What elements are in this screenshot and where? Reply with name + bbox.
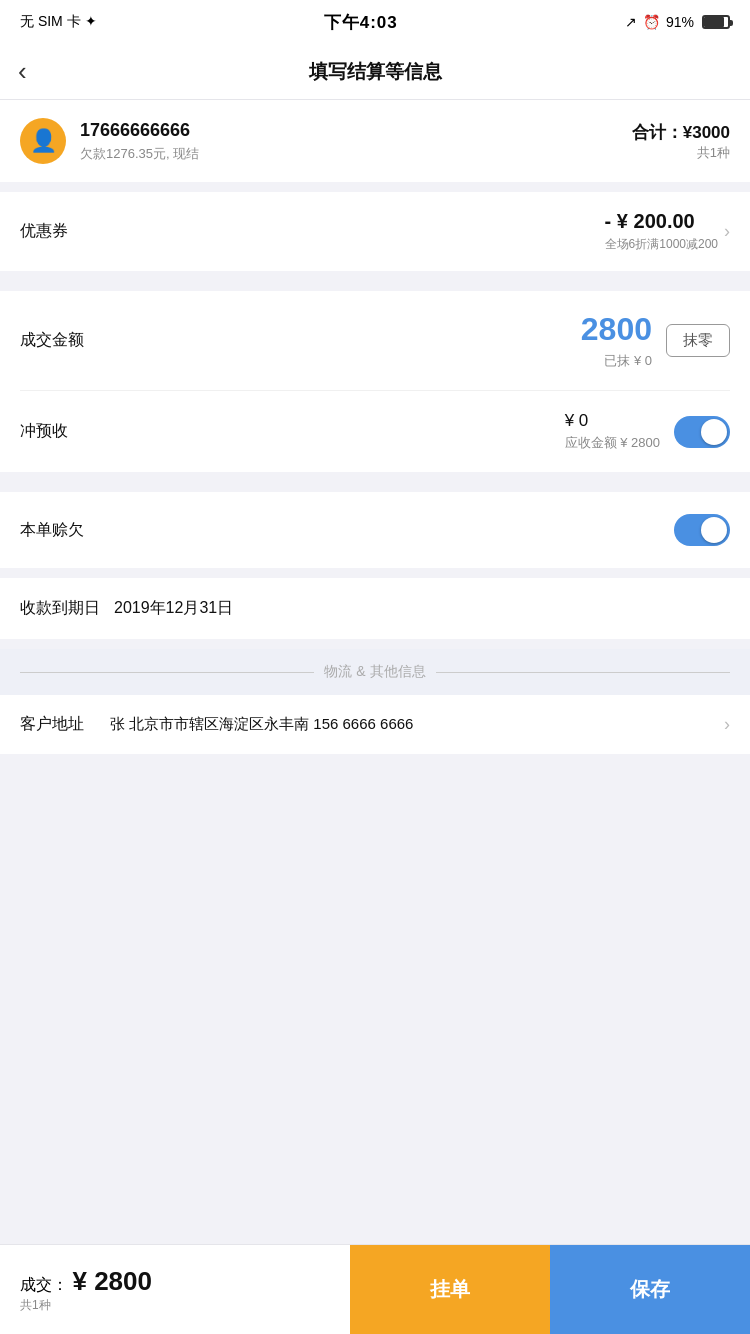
coupon-right: - ¥ 200.00 全场6折满1000减200 › [605, 210, 730, 253]
prereceive-row: 冲预收 ¥ 0 应收金额 ¥ 2800 [20, 391, 730, 472]
location-icon: ↗ [625, 14, 637, 30]
customer-left: 👤 17666666666 欠款1276.35元, 现结 [20, 118, 199, 164]
status-left: 无 SIM 卡 ✦ [20, 13, 97, 31]
total-count: 共1种 [632, 144, 730, 162]
duedate-value: 2019年12月31日 [114, 598, 233, 619]
deal-amount-label: 成交金额 [20, 330, 84, 351]
debt-row: 本单赊欠 [0, 492, 750, 568]
deal-amount-right: 2800 已抹 ¥ 0 抹零 [581, 311, 730, 370]
coupon-section: 优惠券 - ¥ 200.00 全场6折满1000减200 › [0, 192, 750, 271]
address-label: 客户地址 [20, 714, 100, 735]
pend-button[interactable]: 挂单 [350, 1245, 550, 1335]
bottom-bar: 成交： ¥ 2800 共1种 挂单 保存 [0, 1244, 750, 1334]
sim-label: 无 SIM 卡 ✦ [20, 13, 97, 31]
back-button[interactable]: ‹ [18, 56, 27, 87]
divider-1 [0, 281, 750, 291]
bottom-deal-label: 成交： ¥ 2800 [20, 1266, 330, 1297]
prereceive-toggle[interactable] [674, 416, 730, 448]
customer-phone: 17666666666 [80, 120, 199, 141]
debt-label: 本单赊欠 [20, 520, 84, 541]
status-bar: 无 SIM 卡 ✦ 下午4:03 ↗ ⏰ 91% [0, 0, 750, 44]
bottom-summary: 成交： ¥ 2800 共1种 [0, 1266, 350, 1314]
prereceive-right: ¥ 0 应收金额 ¥ 2800 [565, 411, 730, 452]
erase-button[interactable]: 抹零 [666, 324, 730, 357]
address-value: 张 北京市市辖区海淀区永丰南 156 6666 6666 [110, 713, 714, 736]
deal-amount-row: 成交金额 2800 已抹 ¥ 0 抹零 [20, 291, 730, 391]
debt-toggle[interactable] [674, 514, 730, 546]
deal-amount-value: 2800 [581, 311, 652, 348]
customer-card: 👤 17666666666 欠款1276.35元, 现结 合计：¥3000 共1… [0, 100, 750, 182]
duedate-label: 收款到期日 [20, 598, 100, 619]
page-title: 填写结算等信息 [309, 59, 442, 85]
battery-label: 91% [666, 14, 694, 30]
logistics-divider: 物流 & 其他信息 [0, 649, 750, 695]
bottom-amount: ¥ 2800 [72, 1266, 152, 1296]
coupon-desc: 全场6折满1000减200 [605, 236, 718, 253]
deal-label: 成交： [20, 1276, 68, 1293]
prereceive-sub: 应收金额 ¥ 2800 [565, 434, 660, 452]
address-chevron-icon: › [724, 714, 730, 735]
bottom-count: 共1种 [20, 1297, 330, 1314]
duedate-section: 收款到期日 2019年12月31日 [0, 578, 750, 639]
coupon-chevron-icon: › [724, 221, 730, 242]
address-row[interactable]: 客户地址 张 北京市市辖区海淀区永丰南 156 6666 6666 › [0, 695, 750, 754]
coupon-row[interactable]: 优惠券 - ¥ 200.00 全场6折满1000减200 › [0, 192, 750, 271]
logistics-label: 物流 & 其他信息 [324, 663, 425, 681]
prereceive-amount: ¥ 0 [565, 411, 660, 431]
customer-info: 17666666666 欠款1276.35元, 现结 [80, 120, 199, 163]
avatar-icon: 👤 [30, 128, 57, 154]
duedate-row: 收款到期日 2019年12月31日 [20, 598, 730, 619]
content: 👤 17666666666 欠款1276.35元, 现结 合计：¥3000 共1… [0, 100, 750, 1044]
customer-debt: 欠款1276.35元, 现结 [80, 145, 199, 163]
customer-right: 合计：¥3000 共1种 [632, 121, 730, 162]
amount-section: 成交金额 2800 已抹 ¥ 0 抹零 冲预收 ¥ 0 应收金额 ¥ 2800 [0, 291, 750, 472]
save-button[interactable]: 保存 [550, 1245, 750, 1335]
battery-icon [702, 15, 730, 29]
alarm-icon: ⏰ [643, 14, 660, 30]
deal-amount-sub: 已抹 ¥ 0 [581, 352, 652, 370]
nav-bar: ‹ 填写结算等信息 [0, 44, 750, 100]
status-time: 下午4:03 [324, 11, 398, 34]
avatar: 👤 [20, 118, 66, 164]
divider-2 [0, 482, 750, 492]
coupon-label: 优惠券 [20, 221, 68, 242]
gray-area [0, 754, 750, 954]
coupon-discount: - ¥ 200.00 [605, 210, 718, 233]
prereceive-label: 冲预收 [20, 421, 68, 442]
total-amount: 合计：¥3000 [632, 121, 730, 144]
status-right: ↗ ⏰ 91% [625, 14, 730, 30]
